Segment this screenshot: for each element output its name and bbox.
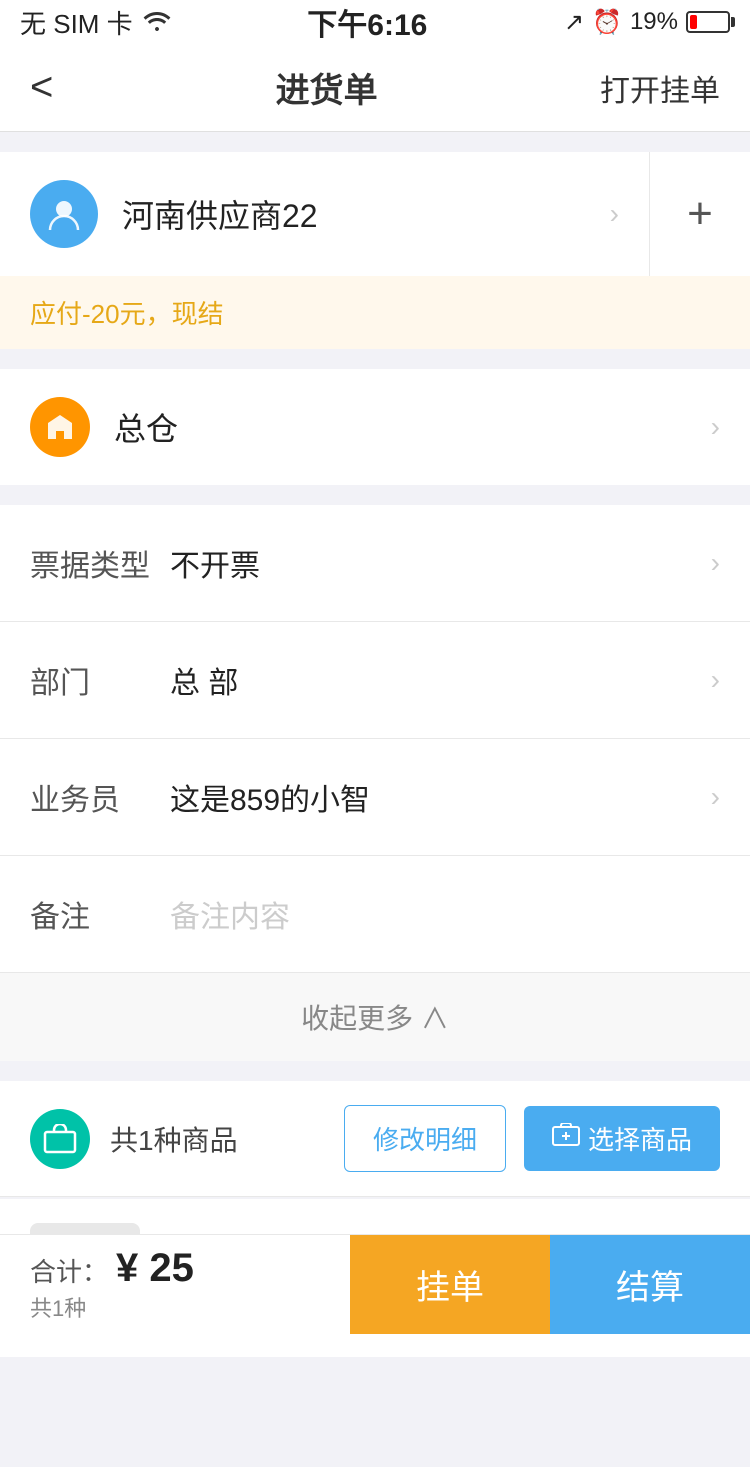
dept-row[interactable]: 部门 总 部 ›: [0, 622, 750, 738]
collapse-toggle[interactable]: 收起更多 ∧: [0, 972, 750, 1061]
invoice-row[interactable]: 票据类型 不开票 ›: [0, 505, 750, 621]
status-bar: 无 SIM 卡 下午6:16 ↗ ⏰ 19%: [0, 0, 750, 44]
back-button[interactable]: <: [30, 65, 53, 110]
checkout-button[interactable]: 结算: [550, 1235, 750, 1334]
supplier-select[interactable]: 河南供应商22 ›: [0, 152, 650, 276]
notice-text: 应付-20元，现结: [30, 299, 224, 329]
staff-label: 业务员: [30, 775, 170, 819]
nav-bar: < 进货单 打开挂单: [0, 44, 750, 132]
page-title: 进货单: [276, 63, 378, 112]
divider-4: [0, 1196, 750, 1197]
select-product-button[interactable]: 选择商品: [524, 1106, 720, 1171]
total-count: 共1种: [30, 1291, 320, 1323]
dept-value: 总 部: [170, 658, 701, 702]
notice-bar: 应付-20元，现结: [0, 276, 750, 349]
gap-4: [0, 1061, 750, 1081]
status-left: 无 SIM 卡: [20, 4, 171, 41]
add-supplier-button[interactable]: +: [650, 189, 750, 239]
products-count: 共1种商品: [110, 1119, 344, 1159]
footer-total: 合计： ¥ 25 共1种: [0, 1235, 350, 1334]
warehouse-name: 总仓: [114, 404, 701, 450]
products-icon: [30, 1109, 90, 1169]
remark-label: 备注: [30, 892, 170, 936]
open-pending-button[interactable]: 打开挂单: [600, 66, 720, 110]
dept-label: 部门: [30, 658, 170, 702]
invoice-chevron: ›: [711, 547, 720, 579]
supplier-section: 河南供应商22 › +: [0, 152, 750, 276]
staff-row[interactable]: 业务员 这是859的小智 ›: [0, 739, 750, 855]
supplier-chevron: ›: [610, 198, 619, 230]
status-time: 下午6:16: [307, 0, 427, 44]
staff-value: 这是859的小智: [170, 775, 701, 819]
gap-2: [0, 349, 750, 369]
battery-percent: 19%: [630, 8, 678, 36]
staff-chevron: ›: [711, 781, 720, 813]
select-product-icon: [552, 1123, 580, 1154]
carrier-text: 无 SIM 卡: [20, 4, 133, 41]
gap-3: [0, 485, 750, 505]
footer-bar: 合计： ¥ 25 共1种 挂单 结算: [0, 1234, 750, 1334]
battery-indicator: [686, 11, 730, 33]
dept-chevron: ›: [711, 664, 720, 696]
remark-value: 备注内容: [170, 892, 720, 936]
warehouse-section[interactable]: 总仓 ›: [0, 369, 750, 485]
edit-detail-button[interactable]: 修改明细: [344, 1105, 506, 1172]
footer-spacer: [0, 1357, 750, 1467]
supplier-avatar: [30, 180, 98, 248]
warehouse-icon: [30, 397, 90, 457]
warehouse-chevron: ›: [711, 411, 720, 443]
location-icon: ↗: [564, 8, 584, 37]
supplier-name: 河南供应商22: [122, 191, 600, 237]
hang-order-button[interactable]: 挂单: [350, 1235, 550, 1334]
total-row: 合计： ¥ 25: [30, 1246, 320, 1291]
gap-1: [0, 132, 750, 152]
invoice-label: 票据类型: [30, 541, 170, 585]
products-header: 共1种商品 修改明细 选择商品: [0, 1081, 750, 1196]
total-value: ¥ 25: [116, 1246, 194, 1291]
status-right: ↗ ⏰ 19%: [564, 8, 730, 37]
total-label: 合计：: [30, 1252, 108, 1289]
select-product-label: 选择商品: [588, 1120, 692, 1157]
wifi-icon: [143, 7, 171, 38]
remark-row[interactable]: 备注 备注内容: [0, 856, 750, 972]
alarm-icon: ⏰: [592, 8, 622, 37]
invoice-value: 不开票: [170, 541, 701, 585]
